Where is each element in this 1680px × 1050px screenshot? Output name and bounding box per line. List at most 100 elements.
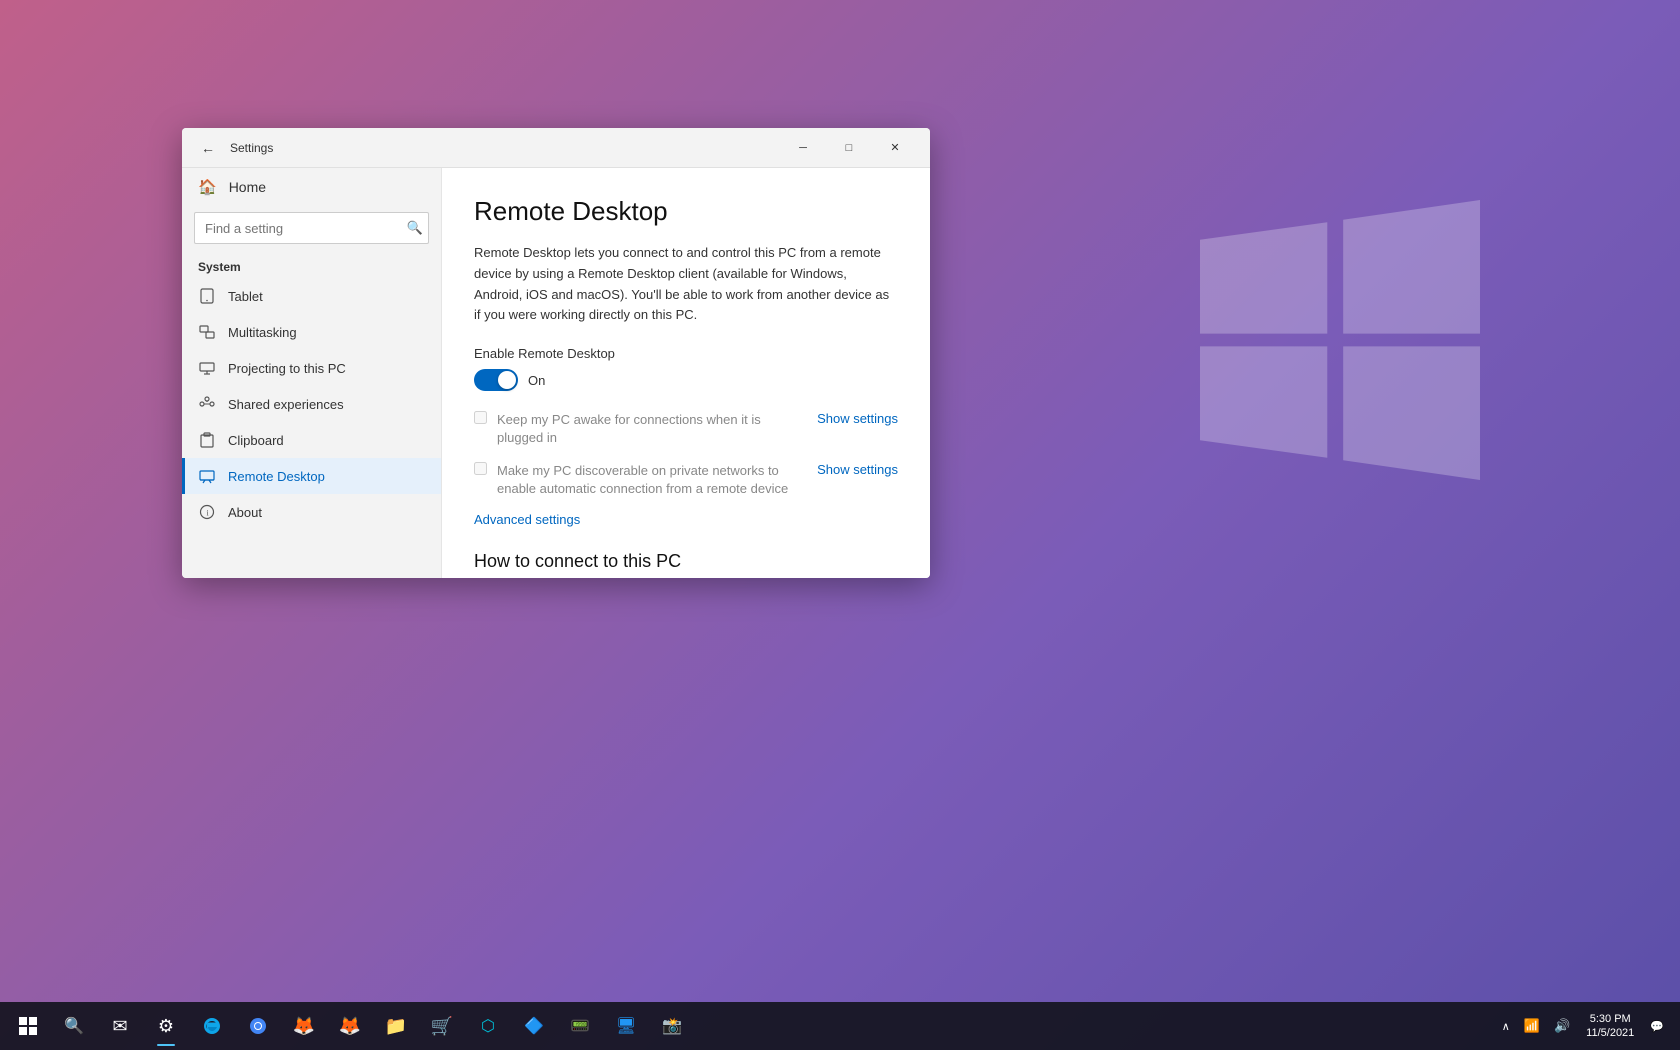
sidebar: 🏠 Home 🔍 System Tablet Mul — [182, 168, 442, 578]
taskbar-edge-app[interactable] — [190, 1004, 234, 1048]
taskbar-app9[interactable]: 📸 — [650, 1004, 694, 1048]
shared-label: Shared experiences — [228, 397, 344, 412]
multitasking-label: Multitasking — [228, 325, 297, 340]
settings-window: ← Settings ─ □ ✕ 🏠 Home 🔍 System — [182, 128, 930, 578]
settings-icon: ⚙ — [158, 1016, 174, 1037]
clock-date: 11/5/2021 — [1586, 1026, 1634, 1040]
checkbox2-label: Make my PC discoverable on private netwo… — [497, 463, 788, 496]
edge-icon — [202, 1016, 222, 1036]
taskbar-firefox-app[interactable]: 🦊 — [282, 1004, 326, 1048]
page-title: Remote Desktop — [474, 196, 898, 227]
projecting-icon — [198, 359, 216, 377]
home-label: Home — [229, 179, 266, 195]
projecting-label: Projecting to this PC — [228, 361, 346, 376]
checkbox2-area: Make my PC discoverable on private netwo… — [497, 462, 799, 498]
description-text: Remote Desktop lets you connect to and c… — [474, 243, 898, 326]
taskbar-search-button[interactable]: 🔍 — [52, 1004, 96, 1048]
show-settings-link-1[interactable]: Show settings — [817, 411, 898, 426]
start-button[interactable] — [6, 1004, 50, 1048]
system-section-title: System — [182, 254, 441, 278]
sidebar-item-tablet[interactable]: Tablet — [182, 278, 441, 314]
tablet-label: Tablet — [228, 289, 263, 304]
home-icon: 🏠 — [198, 178, 217, 196]
window-controls: ─ □ ✕ — [780, 132, 918, 164]
clock-time: 5:30 PM — [1590, 1012, 1631, 1026]
taskbar-app8[interactable]: 🖥 — [604, 1004, 648, 1048]
tablet-icon — [198, 287, 216, 305]
taskbar-firefox2-app[interactable]: 🦊 — [328, 1004, 372, 1048]
awake-checkbox[interactable] — [474, 411, 487, 424]
sound-icon: 🔊 — [1554, 1018, 1570, 1034]
taskbar-terminal-app[interactable]: 📟 — [558, 1004, 602, 1048]
remote-label: Remote Desktop — [228, 469, 325, 484]
back-button[interactable]: ← — [194, 134, 222, 162]
checkbox1-area: Keep my PC awake for connections when it… — [497, 411, 799, 447]
checkbox1-label: Keep my PC awake for connections when it… — [497, 412, 761, 445]
app6-icon: ⬡ — [481, 1016, 495, 1036]
close-button[interactable]: ✕ — [872, 132, 918, 164]
search-box: 🔍 — [194, 212, 429, 244]
taskbar-settings-app[interactable]: ⚙ — [144, 1004, 188, 1048]
taskbar-chrome-app[interactable] — [236, 1004, 280, 1048]
app8-icon: 🖥 — [616, 1016, 636, 1036]
taskbar-store-app[interactable]: 🛒 — [420, 1004, 464, 1048]
notification-icon: 💬 — [1650, 1020, 1664, 1033]
minimize-button[interactable]: ─ — [780, 132, 826, 164]
remote-icon — [198, 467, 216, 485]
windows-logo-watermark — [1200, 200, 1480, 480]
maximize-button[interactable]: □ — [826, 132, 872, 164]
taskbar-search-icon: 🔍 — [64, 1016, 84, 1036]
enable-label: Enable Remote Desktop — [474, 346, 898, 361]
notification-button[interactable]: 💬 — [1644, 1004, 1670, 1048]
network-icon: 📶 — [1524, 1018, 1540, 1034]
svg-text:i: i — [207, 509, 210, 518]
window-title: Settings — [222, 141, 780, 155]
show-settings-link-2[interactable]: Show settings — [817, 462, 898, 477]
window-body: 🏠 Home 🔍 System Tablet Mul — [182, 168, 930, 578]
chrome-icon — [248, 1016, 268, 1036]
chevron-up-icon: ∧ — [1502, 1020, 1510, 1033]
toggle-on-label: On — [528, 373, 545, 388]
clock[interactable]: 5:30 PM 11/5/2021 — [1578, 1012, 1642, 1041]
sidebar-item-remote[interactable]: Remote Desktop — [182, 458, 441, 494]
search-input[interactable] — [194, 212, 429, 244]
taskbar-apps: ✉ ⚙ 🦊 🦊 📁 🛒 — [98, 1004, 1494, 1048]
app9-icon: 📸 — [662, 1016, 682, 1036]
taskbar-explorer-app[interactable]: 📁 — [374, 1004, 418, 1048]
taskbar-system-tray: ∧ 📶 🔊 5:30 PM 11/5/2021 💬 — [1496, 1004, 1674, 1048]
taskbar-app7[interactable]: 🔷 — [512, 1004, 556, 1048]
terminal-icon: 📟 — [570, 1016, 590, 1036]
checkbox-row-1: Keep my PC awake for connections when it… — [474, 411, 898, 447]
about-icon: i — [198, 503, 216, 521]
advanced-settings-link[interactable]: Advanced settings — [474, 512, 898, 527]
sidebar-item-clipboard[interactable]: Clipboard — [182, 422, 441, 458]
sound-icon-btn[interactable]: 🔊 — [1548, 1004, 1576, 1048]
toggle-row: On — [474, 369, 898, 391]
how-to-title: How to connect to this PC — [474, 551, 898, 572]
store-icon: 🛒 — [431, 1016, 453, 1037]
explorer-icon: 📁 — [385, 1016, 407, 1037]
tray-chevron[interactable]: ∧ — [1496, 1004, 1516, 1048]
sidebar-item-projecting[interactable]: Projecting to this PC — [182, 350, 441, 386]
discoverable-checkbox[interactable] — [474, 462, 487, 475]
taskbar-app6[interactable]: ⬡ — [466, 1004, 510, 1048]
about-label: About — [228, 505, 262, 520]
clipboard-icon — [198, 431, 216, 449]
remote-desktop-toggle[interactable] — [474, 369, 518, 391]
mail-icon: ✉ — [112, 1016, 127, 1037]
shared-icon — [198, 395, 216, 413]
taskbar-mail-app[interactable]: ✉ — [98, 1004, 142, 1048]
network-icon-btn[interactable]: 📶 — [1518, 1004, 1546, 1048]
clipboard-label: Clipboard — [228, 433, 284, 448]
firefox2-icon: 🦊 — [339, 1016, 361, 1037]
checkbox-row-2: Make my PC discoverable on private netwo… — [474, 462, 898, 498]
sidebar-item-about[interactable]: i About — [182, 494, 441, 530]
search-icon-button[interactable]: 🔍 — [407, 220, 423, 236]
main-content: Remote Desktop Remote Desktop lets you c… — [442, 168, 930, 578]
start-icon — [19, 1017, 37, 1035]
firefox-icon: 🦊 — [293, 1016, 315, 1037]
sidebar-item-shared[interactable]: Shared experiences — [182, 386, 441, 422]
multitasking-icon — [198, 323, 216, 341]
sidebar-item-multitasking[interactable]: Multitasking — [182, 314, 441, 350]
sidebar-item-home[interactable]: 🏠 Home — [182, 168, 441, 206]
